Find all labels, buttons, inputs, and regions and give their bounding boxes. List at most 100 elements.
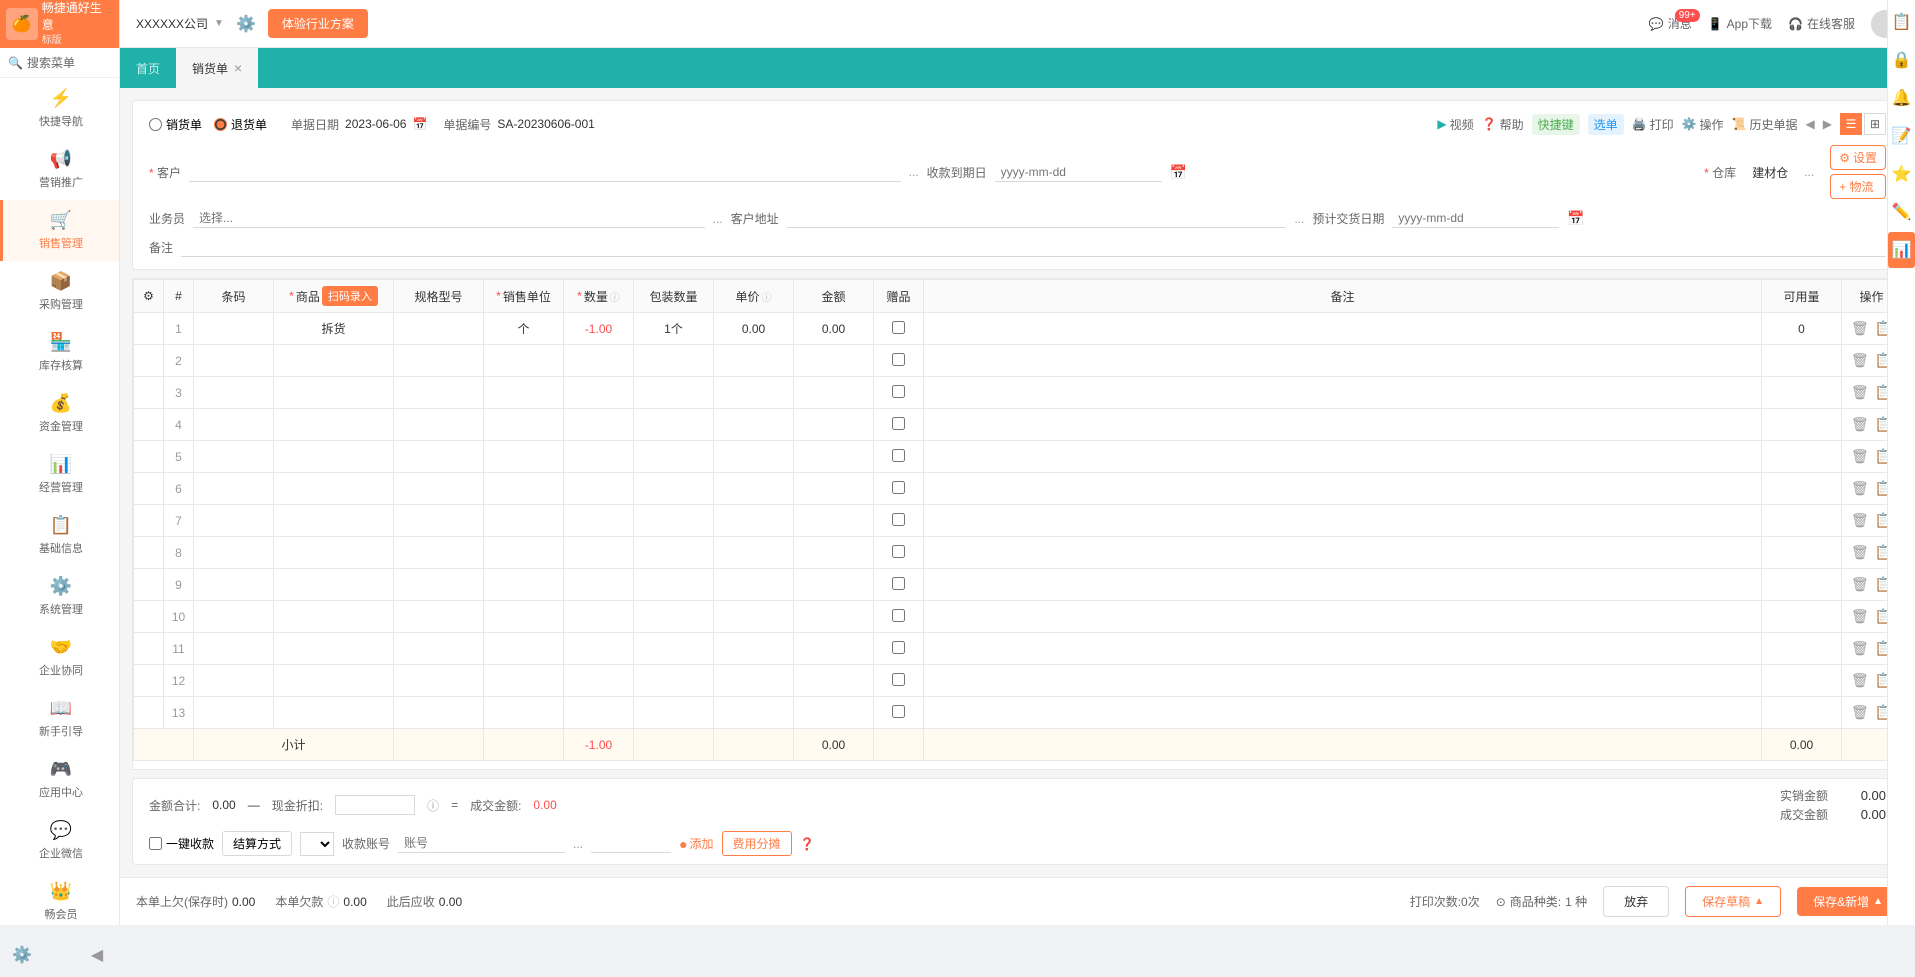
pkgqty-cell[interactable] (634, 633, 714, 665)
remark-cell[interactable] (924, 537, 1762, 569)
calendar-icon[interactable]: 📅 (412, 117, 427, 131)
trial-button[interactable]: 体验行业方案 (268, 9, 368, 38)
gift-cell[interactable] (874, 377, 924, 409)
sidebar-item-business[interactable]: 📊 经营管理 (0, 444, 119, 505)
barcode-cell[interactable] (194, 409, 274, 441)
price-cell[interactable] (714, 633, 794, 665)
account-ellipsis[interactable]: ... (573, 837, 583, 851)
qty-cell[interactable] (564, 697, 634, 729)
delete-icon[interactable]: 🗑 (1851, 512, 1869, 529)
remark-cell[interactable] (924, 601, 1762, 633)
calc-method-select[interactable] (300, 832, 334, 856)
gift-cell[interactable] (874, 345, 924, 377)
sidebar-item-guide[interactable]: 📖 新手引导 (0, 688, 119, 749)
goods-cell[interactable] (274, 505, 394, 537)
barcode-cell[interactable] (194, 473, 274, 505)
price-cell[interactable] (714, 345, 794, 377)
radio-return-order[interactable]: 退货单 (214, 116, 267, 133)
unit-cell[interactable] (484, 441, 564, 473)
pkgqty-cell[interactable] (634, 601, 714, 633)
add-pay-button[interactable]: ● 添加 (679, 835, 713, 852)
delivery-date-calendar-icon[interactable]: 📅 (1567, 210, 1584, 227)
radio-sale-order[interactable]: 销货单 (149, 116, 202, 133)
th-settings[interactable]: ⚙ (134, 280, 164, 313)
remark-cell[interactable] (924, 313, 1762, 345)
warehouse-ellipsis[interactable]: ... (1804, 165, 1814, 179)
settings-icon[interactable]: ⚙️ (236, 14, 256, 34)
sidebar-item-finance[interactable]: 💰 资金管理 (0, 383, 119, 444)
pkgqty-cell[interactable] (634, 569, 714, 601)
customer-input[interactable] (189, 163, 901, 182)
save-new-button[interactable]: 保存&新增 ▲ (1797, 887, 1899, 916)
company-selector[interactable]: XXXXXX公司 ▼ (136, 15, 224, 32)
customer-addr-input[interactable] (787, 209, 1287, 228)
unit-cell[interactable] (484, 633, 564, 665)
remark-cell[interactable] (924, 569, 1762, 601)
pkgqty-cell[interactable] (634, 409, 714, 441)
remark-cell[interactable] (924, 473, 1762, 505)
goods-cell[interactable] (274, 697, 394, 729)
help-btn[interactable]: ❓ 帮助 (1482, 116, 1524, 133)
amount-cell[interactable] (794, 601, 874, 633)
delete-icon[interactable]: 🗑 (1851, 320, 1869, 337)
amount-cell[interactable] (794, 345, 874, 377)
sidebar-item-system[interactable]: ⚙️ 系统管理 (0, 566, 119, 627)
delete-icon[interactable]: 🗑 (1851, 352, 1869, 369)
delete-icon[interactable]: 🗑 (1851, 480, 1869, 497)
delete-icon[interactable]: 🗑 (1851, 416, 1869, 433)
sidebar-item-apps[interactable]: 🎮 应用中心 (0, 749, 119, 810)
amount-cell[interactable] (794, 409, 874, 441)
gift-cell[interactable] (874, 505, 924, 537)
rfp-btn-3[interactable]: 🔔 (1888, 80, 1915, 116)
goods-cell[interactable] (274, 601, 394, 633)
prev-doc-icon[interactable]: ◀ (1806, 117, 1815, 131)
qty-cell[interactable]: -1.00 (564, 313, 634, 345)
barcode-cell[interactable] (194, 665, 274, 697)
scan-button[interactable]: 扫码录入 (322, 286, 378, 306)
qty-cell[interactable] (564, 345, 634, 377)
barcode-cell[interactable] (194, 441, 274, 473)
question-icon[interactable]: ❓ (800, 837, 815, 851)
spec-cell[interactable] (394, 665, 484, 697)
barcode-cell[interactable] (194, 345, 274, 377)
price-cell[interactable] (714, 665, 794, 697)
logistics-btn[interactable]: + 物流 (1830, 174, 1886, 199)
unit-cell[interactable] (484, 377, 564, 409)
account-input[interactable] (398, 834, 565, 853)
goods-cell[interactable] (274, 633, 394, 665)
sidebar-item-wechat[interactable]: 💬 企业微信 (0, 810, 119, 871)
unit-cell[interactable] (484, 537, 564, 569)
tab-sales-order[interactable]: 销货单 × (176, 48, 258, 88)
amount-cell[interactable]: 0.00 (794, 313, 874, 345)
settings-btn[interactable]: ⚙ 设置 (1830, 145, 1886, 170)
gift-cell[interactable] (874, 537, 924, 569)
remark-cell[interactable] (924, 697, 1762, 729)
qty-cell[interactable] (564, 473, 634, 505)
tab-home[interactable]: 首页 (120, 48, 176, 88)
remark-cell[interactable] (924, 345, 1762, 377)
price-cell[interactable] (714, 601, 794, 633)
spec-cell[interactable] (394, 409, 484, 441)
app-download-button[interactable]: 📱 App下载 (1708, 15, 1772, 32)
price-cell[interactable] (714, 441, 794, 473)
history-btn[interactable]: 📜 历史单据 (1732, 116, 1798, 133)
delete-icon[interactable]: 🗑 (1851, 704, 1869, 721)
barcode-cell[interactable] (194, 505, 274, 537)
delete-icon[interactable]: 🗑 (1851, 672, 1869, 689)
amount-cell[interactable] (794, 537, 874, 569)
delete-icon[interactable]: 🗑 (1851, 384, 1869, 401)
discard-button[interactable]: 放弃 (1603, 886, 1669, 917)
gift-cell[interactable] (874, 473, 924, 505)
goods-cell[interactable] (274, 377, 394, 409)
spec-cell[interactable] (394, 441, 484, 473)
amount-cell[interactable] (794, 665, 874, 697)
goods-cell[interactable] (274, 569, 394, 601)
message-button[interactable]: 💬 消息 99+ (1649, 15, 1692, 32)
gift-cell[interactable] (874, 665, 924, 697)
unit-cell[interactable] (484, 569, 564, 601)
unit-cell[interactable] (484, 409, 564, 441)
gift-cell[interactable] (874, 601, 924, 633)
price-cell[interactable]: 0.00 (714, 313, 794, 345)
pkgqty-cell[interactable] (634, 345, 714, 377)
goods-type-info[interactable]: ⊙ 商品种类: 1 种 (1496, 893, 1587, 910)
